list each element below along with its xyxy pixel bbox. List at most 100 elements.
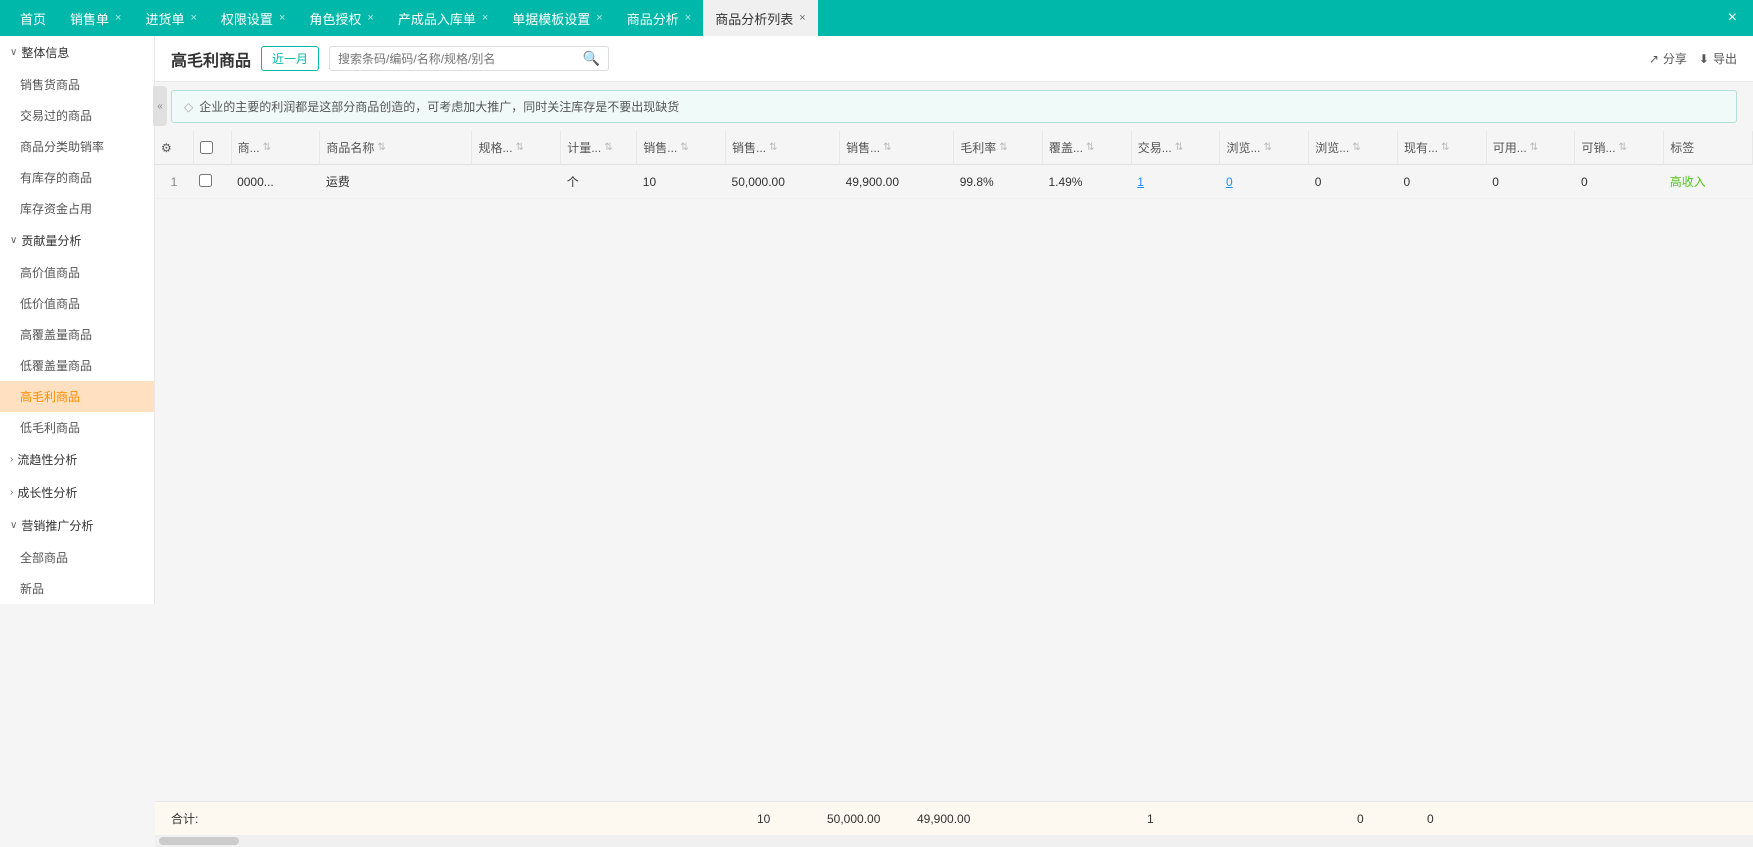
- col-header-计量...[interactable]: 计量...⇅: [561, 131, 637, 165]
- close-tab-icon[interactable]: ×: [367, 12, 373, 24]
- sidebar-item-交易过的商品[interactable]: 交易过的商品: [0, 100, 154, 131]
- sidebar-item-低覆盖量商品[interactable]: 低覆盖量商品: [0, 350, 154, 381]
- settings-icon[interactable]: ⚙: [161, 141, 172, 155]
- col-label: 浏览...: [1315, 139, 1349, 156]
- close-tab-icon[interactable]: ×: [596, 12, 602, 24]
- col-label: 现有...: [1404, 139, 1438, 156]
- col-header-销售...[interactable]: 销售...⇅: [726, 131, 840, 165]
- col-header-可销...[interactable]: 可销...⇅: [1575, 131, 1664, 165]
- sort-icon[interactable]: ⇅: [1530, 142, 1538, 153]
- share-button[interactable]: ↗ 分享: [1649, 50, 1687, 67]
- close-tab-icon[interactable]: ×: [482, 12, 488, 24]
- browse-a[interactable]: 0: [1220, 165, 1309, 199]
- content-header: 高毛利商品 近一月 🔍 ↗ 分享 ⬇ 导出: [155, 36, 1753, 82]
- row-checkbox[interactable]: [193, 165, 231, 199]
- sidebar-item-低价值商品[interactable]: 低价值商品: [0, 288, 154, 319]
- close-all-button[interactable]: ×: [1720, 9, 1745, 27]
- close-tab-icon[interactable]: ×: [115, 12, 121, 24]
- sales-cost: 49,900.00: [840, 165, 954, 199]
- col-header-覆盖...[interactable]: 覆盖...⇅: [1042, 131, 1131, 165]
- sort-icon[interactable]: ⇅: [515, 142, 523, 153]
- export-button[interactable]: ⬇ 导出: [1699, 50, 1737, 67]
- sidebar-item-高毛利商品[interactable]: 高毛利商品: [0, 381, 154, 412]
- row-select-checkbox[interactable]: [199, 174, 212, 187]
- sort-icon[interactable]: ⇅: [1352, 142, 1360, 153]
- footer-value: [621, 812, 691, 826]
- nav-item-产成品入库单[interactable]: 产成品入库单×: [386, 0, 500, 36]
- sidebar-item-销售货商品[interactable]: 销售货商品: [0, 69, 154, 100]
- col-header-销售...[interactable]: 销售...⇅: [840, 131, 954, 165]
- sort-icon[interactable]: ⇅: [769, 142, 777, 153]
- nav-item-销售单[interactable]: 销售单×: [58, 0, 133, 36]
- col-header-销售...[interactable]: 销售...⇅: [637, 131, 726, 165]
- nav-item-角色授权[interactable]: 角色授权×: [297, 0, 385, 36]
- footer-value: 0: [1351, 812, 1421, 826]
- sort-icon[interactable]: ⇅: [1441, 142, 1449, 153]
- filter-recent-month-button[interactable]: 近一月: [261, 46, 319, 71]
- sort-icon[interactable]: ⇅: [680, 142, 688, 153]
- nav-item-商品分析列表[interactable]: 商品分析列表×: [703, 0, 817, 36]
- col-header-规格...[interactable]: 规格...⇅: [472, 131, 561, 165]
- col-header-商...[interactable]: 商...⇅: [231, 131, 320, 165]
- col-header-可用...[interactable]: 可用...⇅: [1486, 131, 1575, 165]
- sidebar-section-营销推广分析[interactable]: ∨营销推广分析: [0, 509, 154, 542]
- table-row: 10000...运费个1050,000.0049,900.0099.8%1.49…: [155, 165, 1753, 199]
- sort-icon[interactable]: ⇅: [883, 142, 891, 153]
- close-tab-icon[interactable]: ×: [190, 12, 196, 24]
- nav-item-进货单[interactable]: 进货单×: [133, 0, 208, 36]
- select-all-checkbox[interactable]: [200, 141, 213, 154]
- sort-icon[interactable]: ⇅: [1086, 142, 1094, 153]
- product-tag: 高收入: [1664, 165, 1753, 199]
- collapse-arrow-icon: ∨: [10, 235, 17, 246]
- close-tab-icon[interactable]: ×: [799, 12, 805, 24]
- sidebar-section-流趋性分析[interactable]: ›流趋性分析: [0, 443, 154, 476]
- sidebar-section-整体信息[interactable]: ∨整体信息: [0, 36, 154, 69]
- col-label: 商品名称: [326, 139, 374, 156]
- col-header-浏览...[interactable]: 浏览...⇅: [1309, 131, 1398, 165]
- sidebar-item-高价值商品[interactable]: 高价值商品: [0, 257, 154, 288]
- sidebar-item-高覆盖量商品[interactable]: 高覆盖量商品: [0, 319, 154, 350]
- col-header-毛利率[interactable]: 毛利率⇅: [954, 131, 1043, 165]
- sort-icon[interactable]: ⇅: [377, 142, 385, 153]
- col-label: 交易...: [1138, 139, 1172, 156]
- sort-icon[interactable]: ⇅: [999, 142, 1007, 153]
- close-tab-icon[interactable]: ×: [685, 12, 691, 24]
- sort-icon[interactable]: ⇅: [604, 142, 612, 153]
- transactions[interactable]: 1: [1131, 165, 1220, 199]
- sidebar-section-贡献量分析[interactable]: ∨贡献量分析: [0, 224, 154, 257]
- product-unit: 个: [561, 165, 637, 199]
- table-body: 10000...运费个1050,000.0049,900.0099.8%1.49…: [155, 165, 1753, 199]
- sort-icon[interactable]: ⇅: [1618, 142, 1626, 153]
- sidebar-item-新品[interactable]: 新品: [0, 573, 154, 604]
- col-label: 计量...: [567, 139, 601, 156]
- sort-icon[interactable]: ⇅: [1175, 142, 1183, 153]
- sidebar-item-有库存的商品[interactable]: 有库存的商品: [0, 162, 154, 193]
- notice-text: 企业的主要的利润都是这部分商品创造的，可考虑加大推广，同时关注库存是不要出现缺货: [199, 98, 679, 115]
- col-header-现有...[interactable]: 现有...⇅: [1397, 131, 1486, 165]
- sidebar-item-库存资金占用[interactable]: 库存资金占用: [0, 193, 154, 224]
- nav-item-权限设置[interactable]: 权限设置×: [209, 0, 297, 36]
- nav-item-单据模板设置[interactable]: 单据模板设置×: [500, 0, 614, 36]
- col-header-商品名称[interactable]: 商品名称⇅: [320, 131, 472, 165]
- nav-item-商品分析[interactable]: 商品分析×: [615, 0, 703, 36]
- col-header-交易...[interactable]: 交易...⇅: [1131, 131, 1220, 165]
- col-header-浏览...[interactable]: 浏览...⇅: [1220, 131, 1309, 165]
- sidebar-item-低毛利商品[interactable]: 低毛利商品: [0, 412, 154, 443]
- horizontal-scrollbar[interactable]: [155, 835, 1753, 847]
- sort-icon[interactable]: ⇅: [263, 142, 271, 153]
- search-icon[interactable]: 🔍: [583, 50, 600, 67]
- search-input[interactable]: [338, 52, 583, 66]
- sort-icon[interactable]: ⇅: [1263, 142, 1271, 153]
- nav-item-首页[interactable]: 首页: [8, 0, 58, 36]
- sidebar-item-商品分类助销率[interactable]: 商品分类助销率: [0, 131, 154, 162]
- table-container: ⚙商...⇅商品名称⇅规格...⇅计量...⇅销售...⇅销售...⇅销售...…: [155, 131, 1753, 801]
- sidebar-section-成长性分析[interactable]: ›成长性分析: [0, 476, 154, 509]
- scrollbar-thumb[interactable]: [159, 837, 239, 845]
- footer-value: [1071, 812, 1141, 826]
- sidebar-collapse-button[interactable]: «: [153, 86, 167, 126]
- sidebar-item-全部商品[interactable]: 全部商品: [0, 542, 154, 573]
- notice-bar: ◇ 企业的主要的利润都是这部分商品创造的，可考虑加大推广，同时关注库存是不要出现…: [171, 90, 1737, 123]
- collapse-arrow-icon: ∨: [10, 520, 17, 531]
- col-label: 毛利率: [960, 139, 996, 156]
- close-tab-icon[interactable]: ×: [279, 12, 285, 24]
